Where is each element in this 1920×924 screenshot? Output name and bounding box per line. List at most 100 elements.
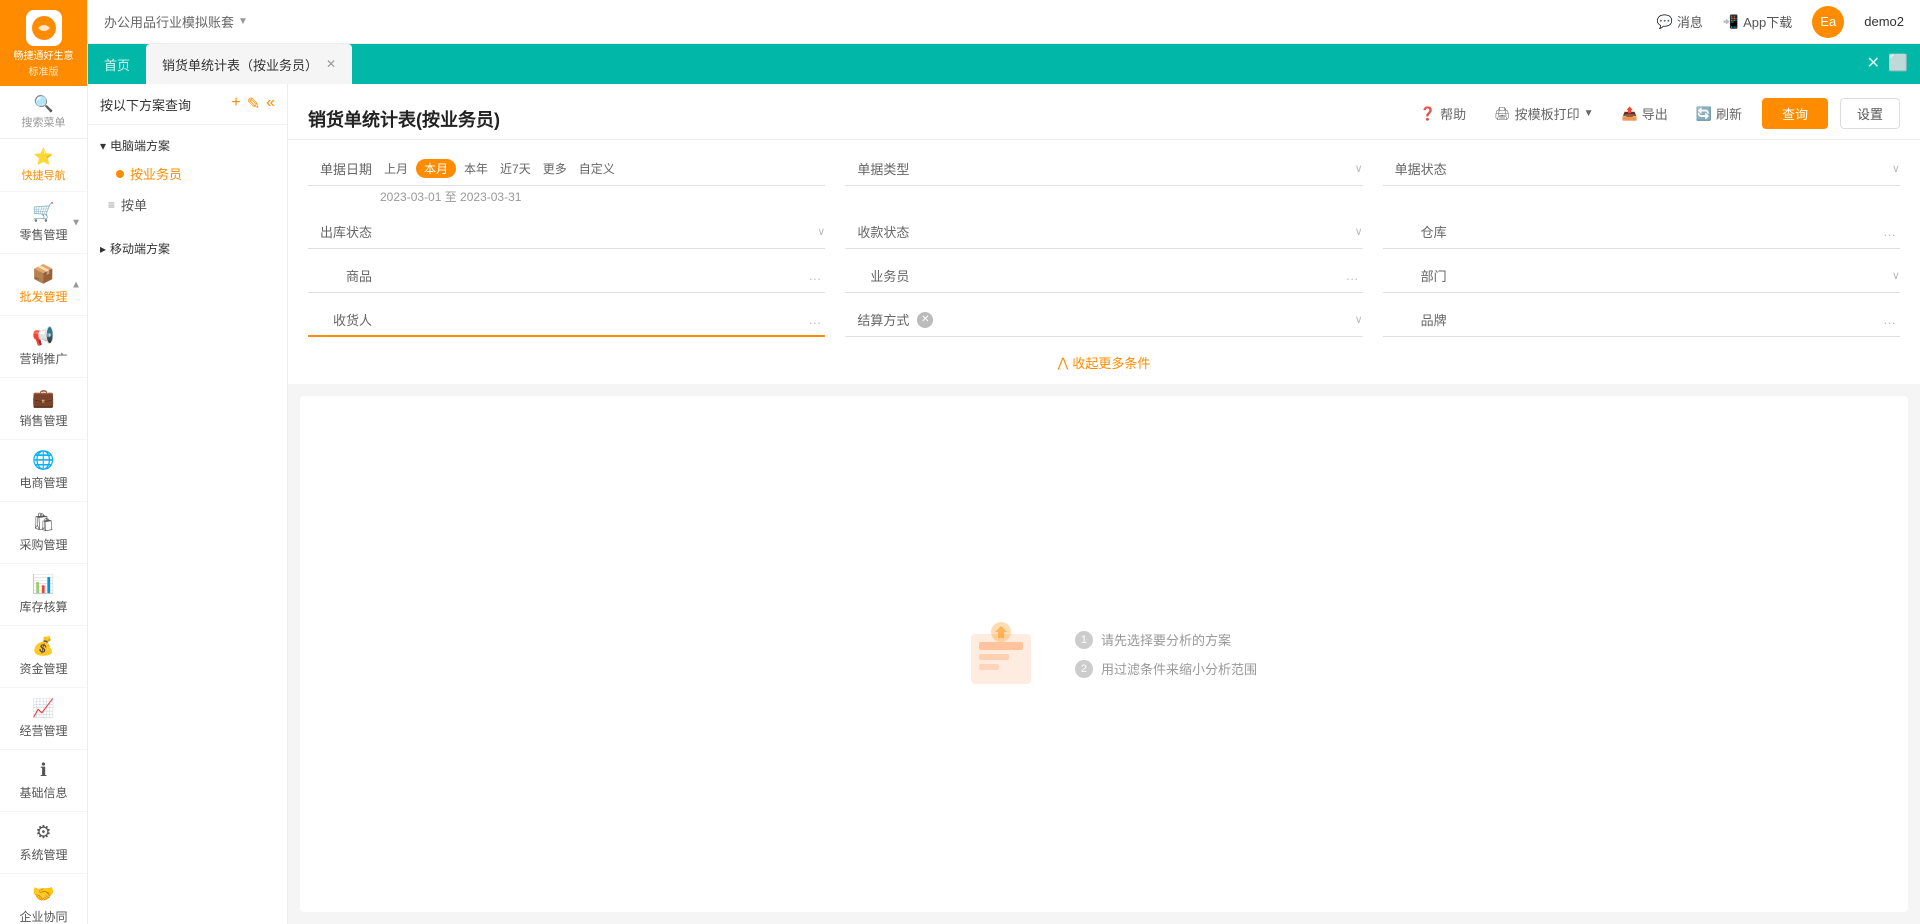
doc-type-filter-item[interactable]: 单据类型 ∨ (845, 152, 1362, 186)
filter-row-2: 出库状态 ∨ 收款状态 ∨ 仓库 … (308, 215, 1900, 249)
export-button[interactable]: 📤 导出 (1614, 100, 1676, 127)
consignee-filter-item[interactable]: 收货人 … (308, 303, 825, 337)
sidebar-item-system-label: 系统管理 (19, 846, 67, 863)
ecommerce-icon: 🌐 (32, 450, 54, 471)
collapse-filters-button[interactable]: ⋀ 收起更多条件 (308, 345, 1900, 372)
top-header: 办公用品行业模拟账套 ▼ 💬 消息 📲 App下载 Ea demo2 (88, 0, 1920, 44)
tab-close-all-button[interactable]: ✕ (1867, 56, 1880, 72)
doc-type-label: 单据类型 (845, 159, 917, 178)
scheme-item-by-order[interactable]: ≡ 按单 (88, 189, 287, 220)
sidebar-item-wholesale-label: 批发管理 (19, 288, 67, 305)
date-btn-7days[interactable]: 近7天 (496, 159, 535, 178)
payment-method-filter-item[interactable]: 结算方式 ✕ ∨ (845, 303, 1362, 337)
warehouse-dots[interactable]: … (1879, 224, 1900, 239)
logo-text: 畅捷通好生意 (14, 50, 74, 63)
date-range-row: 2023-03-01 至 2023-03-31 (308, 186, 1900, 215)
consignee-dots[interactable]: … (804, 312, 825, 327)
doc-status-filter-item[interactable]: 单据状态 ∨ (1383, 152, 1900, 186)
edit-scheme-button[interactable]: ✎ (247, 94, 260, 114)
tab-close-button[interactable]: ✕ (326, 58, 336, 70)
quick-nav-label: 快捷导航 (22, 167, 66, 183)
sidebar-item-quick-nav[interactable]: ⭐ 快捷导航 (0, 139, 87, 192)
help-button[interactable]: ❓ 帮助 (1412, 100, 1474, 127)
quick-nav-icon: ⭐ (34, 147, 54, 167)
tab-sales-report[interactable]: 销货单统计表（按业务员） ✕ (146, 44, 352, 84)
query-button[interactable]: 查询 (1762, 98, 1828, 129)
sidebar-item-system[interactable]: ⚙ 系统管理 (0, 812, 87, 874)
sidebar-item-wholesale[interactable]: 📦 批发管理 ▲ (0, 254, 87, 316)
scheme-group-mobile-title[interactable]: ▸ 移动端方案 (88, 236, 287, 261)
collapse-panel-button[interactable]: « (266, 94, 275, 114)
content-area: 按以下方案查询 + ✎ « ▾ 电脑端方案 按业务员 ≡ 按单 (88, 84, 1920, 924)
collect-status-filter-item[interactable]: 收款状态 ∨ (845, 215, 1362, 249)
brand-dots[interactable]: … (1879, 312, 1900, 327)
salesman-dots[interactable]: … (1342, 268, 1363, 283)
payment-method-label: 结算方式 (845, 310, 917, 329)
sidebar-item-purchase[interactable]: 🛍 采购管理 (0, 502, 87, 564)
print-label: 按模板打印 (1515, 104, 1580, 123)
department-arrow: ∨ (1892, 269, 1900, 282)
scheme-group-desktop-title[interactable]: ▾ 电脑端方案 (88, 133, 287, 158)
empty-tips: 1 请先选择要分析的方案 2 用过滤条件来缩小分析范围 (1075, 630, 1257, 678)
refresh-button[interactable]: 🔄 刷新 (1688, 100, 1750, 127)
empty-illustration (951, 604, 1051, 704)
sidebar-item-finance[interactable]: 💰 资金管理 (0, 626, 87, 688)
date-btn-last-month[interactable]: 上月 (380, 159, 412, 178)
sidebar-item-retail-label: 零售管理 (19, 226, 67, 243)
tab-sales-report-label: 销货单统计表（按业务员） (162, 55, 318, 74)
user-name[interactable]: demo2 (1864, 14, 1904, 29)
print-button[interactable]: 🖨 按模板打印 ▼ (1486, 100, 1601, 127)
brand-label: 品牌 (1383, 310, 1455, 329)
out-status-filter-item[interactable]: 出库状态 ∨ (308, 215, 825, 249)
sidebar-item-retail[interactable]: 🛒 零售管理 ▼ (0, 192, 87, 254)
app-download-action[interactable]: 📲 App下载 (1723, 12, 1792, 31)
tab-maximize-button[interactable]: ⬜ (1888, 56, 1908, 72)
department-filter-item[interactable]: 部门 ∨ (1383, 259, 1900, 293)
sidebar-item-ecommerce[interactable]: 🌐 电商管理 (0, 440, 87, 502)
warehouse-filter-item[interactable]: 仓库 … (1383, 215, 1900, 249)
tab-home[interactable]: 首页 (88, 44, 146, 84)
message-action[interactable]: 💬 消息 (1657, 12, 1703, 31)
scheme-item-by-salesman[interactable]: 按业务员 (88, 158, 287, 189)
filter-row-1: 单据日期 上月 本月 本年 近7天 更多 自定义 单据类型 (308, 152, 1900, 186)
tab-bar-right: ✕ ⬜ (1867, 56, 1920, 72)
page-header-actions: ❓ 帮助 🖨 按模板打印 ▼ 📤 导出 🔄 刷新 (1412, 98, 1900, 139)
message-icon: 💬 (1657, 14, 1673, 30)
finance-icon: 💰 (32, 636, 54, 657)
payment-method-value: ✕ (917, 312, 1354, 328)
page-title: 销货单统计表(按业务员) (308, 106, 500, 132)
sidebar-item-basic-info[interactable]: ℹ 基础信息 (0, 750, 87, 812)
sidebar-item-management-label: 经营管理 (19, 722, 67, 739)
date-btn-this-year[interactable]: 本年 (460, 159, 492, 178)
empty-tip-1-text: 请先选择要分析的方案 (1101, 630, 1231, 649)
management-icon: 📈 (32, 698, 54, 719)
salesman-filter-item[interactable]: 业务员 … (845, 259, 1362, 293)
sidebar-item-management[interactable]: 📈 经营管理 (0, 688, 87, 750)
collapsed-icon: ▸ (100, 242, 106, 256)
payment-clear-btn[interactable]: ✕ (917, 312, 933, 328)
inventory-icon: 📊 (32, 574, 54, 595)
goods-dots[interactable]: … (804, 268, 825, 283)
goods-filter-item[interactable]: 商品 … (308, 259, 825, 293)
help-icon: ❓ (1420, 106, 1436, 122)
left-panel: 按以下方案查询 + ✎ « ▾ 电脑端方案 按业务员 ≡ 按单 (88, 84, 288, 924)
add-scheme-button[interactable]: + (231, 94, 240, 114)
date-btn-this-month[interactable]: 本月 (416, 159, 456, 178)
brand-filter-item[interactable]: 品牌 … (1383, 303, 1900, 337)
empty-tip-2-text: 用过滤条件来缩小分析范围 (1101, 659, 1257, 678)
sidebar-item-marketing[interactable]: 📢 营销推广 (0, 316, 87, 378)
breadcrumb-text: 办公用品行业模拟账套 (104, 12, 234, 31)
settings-button[interactable]: 设置 (1840, 98, 1900, 129)
date-btn-custom[interactable]: 自定义 (575, 159, 619, 178)
scheme-group-desktop-label: 电脑端方案 (110, 137, 170, 154)
consignee-input[interactable] (380, 312, 804, 327)
sidebar-item-inventory[interactable]: 📊 库存核算 (0, 564, 87, 626)
left-panel-title: 按以下方案查询 (100, 95, 191, 114)
date-btn-more[interactable]: 更多 (539, 159, 571, 178)
sidebar-search[interactable]: 🔍 搜索菜单 (0, 86, 87, 139)
sidebar-item-sales[interactable]: 💼 销售管理 (0, 378, 87, 440)
sidebar-item-enterprise[interactable]: 🤝 企业协同 (0, 874, 87, 924)
breadcrumb-select[interactable]: 办公用品行业模拟账套 ▼ (104, 12, 248, 31)
avatar[interactable]: Ea (1812, 6, 1844, 38)
avatar-text: Ea (1820, 14, 1836, 29)
